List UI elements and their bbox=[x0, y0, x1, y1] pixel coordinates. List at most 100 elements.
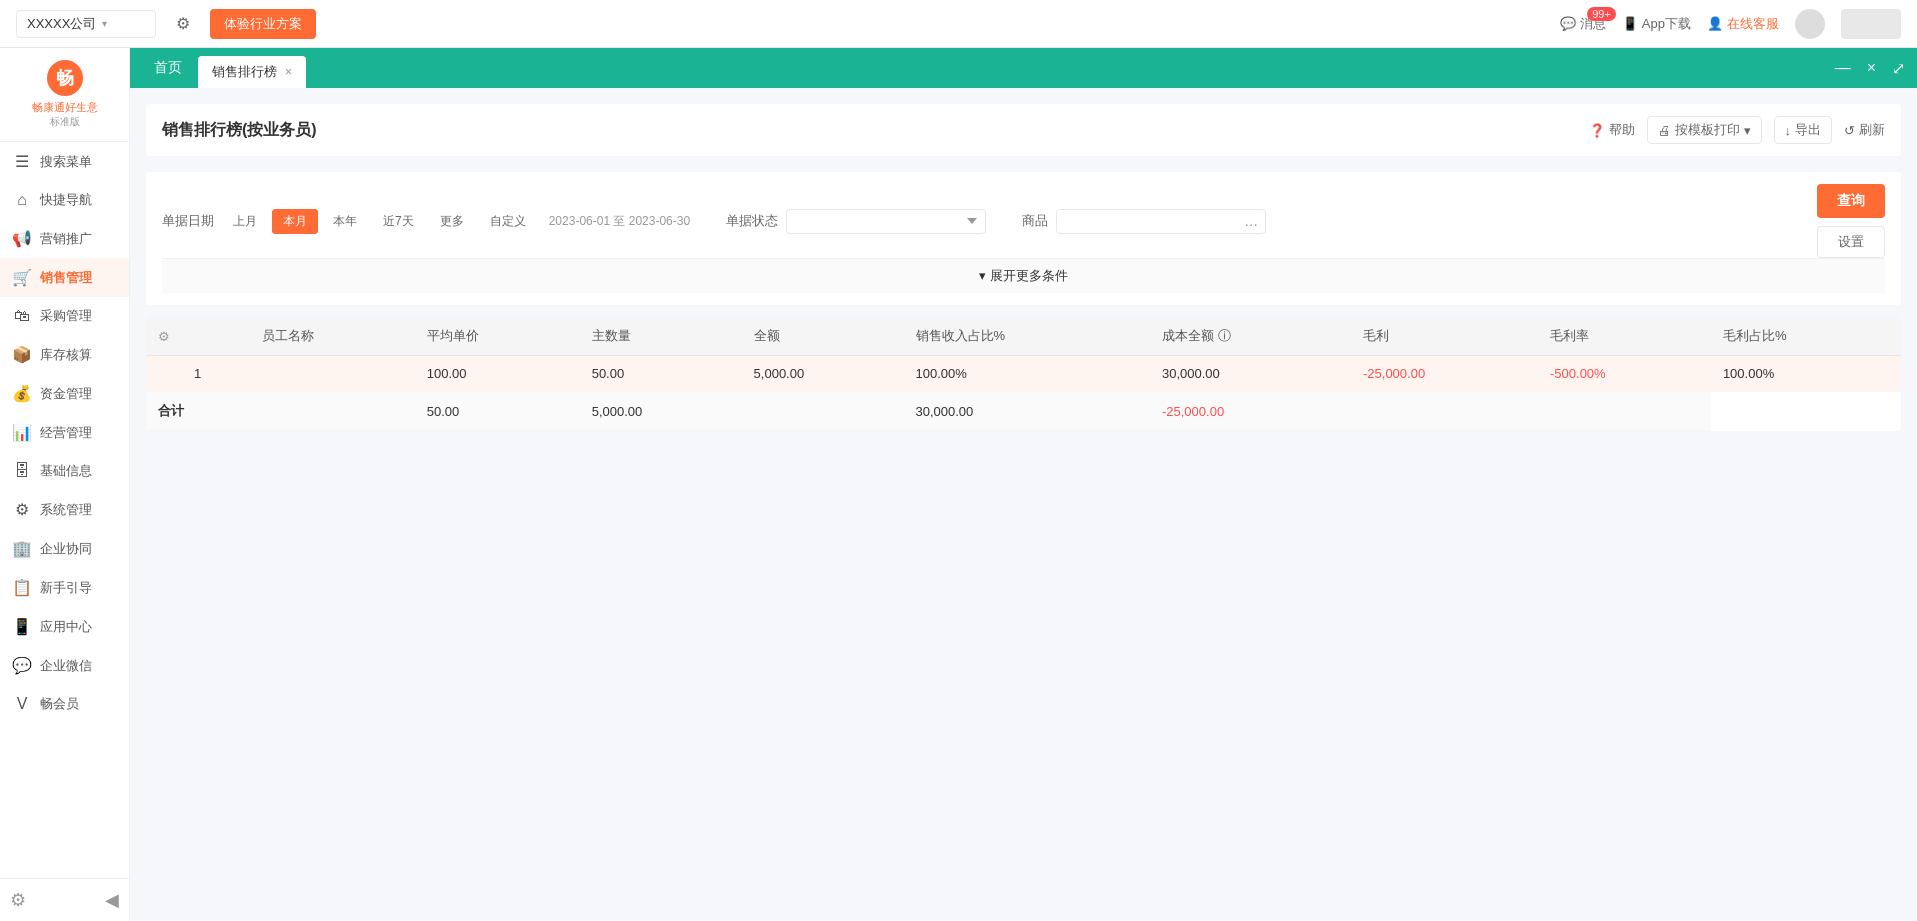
table-header-sales_pct: 销售收入占比% bbox=[904, 317, 1150, 356]
tab-close-all-icon[interactable]: × bbox=[1863, 55, 1880, 81]
sidebar-icon-basic: 🗄 bbox=[12, 462, 32, 480]
online-service-button[interactable]: 👤 在线客服 bbox=[1707, 15, 1779, 33]
sidebar-item-sales[interactable]: 🛒 销售管理 bbox=[0, 258, 129, 297]
sidebar-icon-marketing: 📢 bbox=[12, 229, 32, 248]
table-header-avg_price: 平均单价 bbox=[415, 317, 580, 356]
expand-icon: ▾ bbox=[979, 268, 986, 283]
service-icon: 👤 bbox=[1707, 16, 1723, 31]
sidebar-item-purchase[interactable]: 🛍 采购管理 bbox=[0, 297, 129, 335]
chevron-down-icon: ▾ bbox=[102, 18, 107, 29]
date-tab-本年[interactable]: 本年 bbox=[322, 209, 368, 234]
table-header-gross_pct: 毛利占比% bbox=[1711, 317, 1901, 356]
app-download-button[interactable]: 📱 App下载 bbox=[1622, 15, 1691, 33]
table-row: 1100.0050.005,000.00100.00%30,000.00-25,… bbox=[146, 356, 1901, 392]
trial-button[interactable]: 体验行业方案 bbox=[210, 9, 316, 39]
help-button[interactable]: ❓ 帮助 bbox=[1589, 121, 1635, 139]
sidebar-icon-enterprise: 🏢 bbox=[12, 539, 32, 558]
footer-cost: 30,000.00 bbox=[904, 392, 1150, 431]
cell-gross_pct: 100.00% bbox=[1711, 356, 1901, 392]
app-logo: 畅 畅康通好生意 标准版 bbox=[0, 48, 129, 142]
sidebar-item-wechat[interactable]: 💬企业微信 bbox=[0, 646, 129, 685]
sidebar-icon-purchase: 🛍 bbox=[12, 307, 32, 325]
sidebar-item-marketing[interactable]: 📢营销推广 bbox=[0, 219, 129, 258]
date-tab-自定义[interactable]: 自定义 bbox=[479, 209, 537, 234]
print-button[interactable]: 🖨 按模板打印 ▾ bbox=[1647, 116, 1762, 144]
sidebar-icon-apps: 📱 bbox=[12, 617, 32, 636]
date-tab-近7天[interactable]: 近7天 bbox=[372, 209, 425, 234]
cell-gross: -25,000.00 bbox=[1351, 356, 1538, 392]
cell-avg_price: 100.00 bbox=[415, 356, 580, 392]
app-download-label: App下载 bbox=[1642, 15, 1691, 33]
column-setting-button[interactable]: 设置 bbox=[1817, 226, 1885, 258]
export-button[interactable]: ↓ 导出 bbox=[1774, 116, 1833, 144]
company-selector[interactable]: XXXXX公司 ▾ bbox=[16, 10, 156, 38]
sidebar-collapse-icon[interactable]: ◀ bbox=[105, 889, 119, 911]
help-icon: ❓ bbox=[1589, 123, 1605, 138]
table-settings-icon[interactable]: ⚙ bbox=[158, 329, 170, 344]
print-icon: 🖨 bbox=[1658, 123, 1671, 138]
refresh-button[interactable]: ↺ 刷新 bbox=[1844, 121, 1885, 139]
sidebar-label-purchase: 采购管理 bbox=[40, 307, 92, 325]
table-header-qty: 主数量 bbox=[580, 317, 742, 356]
status-select[interactable] bbox=[786, 209, 986, 234]
status-filter: 单据状态 bbox=[726, 209, 986, 234]
sidebar-item-finance[interactable]: 💰资金管理 bbox=[0, 374, 129, 413]
print-chevron-icon: ▾ bbox=[1744, 123, 1751, 138]
sidebar-icon-system: ⚙ bbox=[12, 500, 32, 519]
settings-icon[interactable]: ⚙ bbox=[168, 9, 198, 39]
page-title: 销售排行榜(按业务员) bbox=[162, 120, 317, 141]
sidebar-icon-sales: 🛒 bbox=[12, 268, 32, 287]
avatar[interactable] bbox=[1795, 9, 1825, 39]
sidebar-icon-quicknav: ⌂ bbox=[12, 191, 32, 209]
date-tab-更多[interactable]: 更多 bbox=[429, 209, 475, 234]
sidebar-item-newbie[interactable]: 📋新手引导 bbox=[0, 568, 129, 607]
tab-minimize-icon[interactable]: — bbox=[1831, 55, 1855, 81]
sidebar-settings-icon[interactable]: ⚙ bbox=[10, 889, 26, 911]
goods-ellipsis-button[interactable]: … bbox=[1238, 211, 1264, 231]
sidebar-item-enterprise[interactable]: 🏢企业协同 bbox=[0, 529, 129, 568]
goods-filter: 商品 … bbox=[1022, 209, 1266, 234]
tab-close-icon[interactable]: × bbox=[285, 65, 292, 79]
expand-more-conditions[interactable]: ▾ 展开更多条件 bbox=[162, 258, 1885, 293]
sidebar-item-basic[interactable]: 🗄 基础信息 bbox=[0, 452, 129, 490]
table-header-name: 员工名称 bbox=[250, 317, 415, 356]
phone-icon: 📱 bbox=[1622, 16, 1638, 31]
cell-cost: 30,000.00 bbox=[1150, 356, 1351, 392]
sidebar-item-quicknav[interactable]: ⌂快捷导航 bbox=[0, 181, 129, 219]
sidebar-item-apps[interactable]: 📱应用中心 bbox=[0, 607, 129, 646]
date-tab-本月[interactable]: 本月 bbox=[272, 209, 318, 234]
date-tab-上月[interactable]: 上月 bbox=[222, 209, 268, 234]
refresh-icon: ↺ bbox=[1844, 123, 1855, 138]
cell-amount: 5,000.00 bbox=[742, 356, 904, 392]
sidebar-item-member[interactable]: V畅会员 bbox=[0, 685, 129, 723]
sidebar-item-system[interactable]: ⚙系统管理 bbox=[0, 490, 129, 529]
messages-badge: 99+ bbox=[1587, 7, 1616, 21]
table-body: 1100.0050.005,000.00100.00%30,000.00-25,… bbox=[146, 356, 1901, 392]
tab-label: 销售排行榜 bbox=[212, 63, 277, 81]
sidebar-item-operations[interactable]: 📊经营管理 bbox=[0, 413, 129, 452]
goods-input[interactable] bbox=[1056, 209, 1266, 234]
online-service-label: 在线客服 bbox=[1727, 15, 1779, 33]
logo-text: 畅康通好生意 bbox=[32, 100, 98, 115]
sales-ranking-table: ⚙员工名称平均单价主数量全额销售收入占比%成本全额 ⓘ毛利毛利率毛利占比% 11… bbox=[146, 317, 1901, 431]
goods-label: 商品 bbox=[1022, 212, 1048, 230]
sidebar-item-inventory[interactable]: 📦库存核算 bbox=[0, 335, 129, 374]
messages-button[interactable]: 💬 消息 99+ bbox=[1560, 15, 1606, 33]
sidebar-label-basic: 基础信息 bbox=[40, 462, 92, 480]
tab-sales-ranking[interactable]: 销售排行榜 × bbox=[198, 56, 306, 88]
data-table-container: ⚙员工名称平均单价主数量全额销售收入占比%成本全额 ⓘ毛利毛利率毛利占比% 11… bbox=[146, 317, 1901, 431]
sidebar-icon-newbie: 📋 bbox=[12, 578, 32, 597]
tab-maximize-icon[interactable]: ⤢ bbox=[1888, 55, 1909, 82]
tab-home[interactable]: 首页 bbox=[138, 48, 198, 88]
sidebar-item-search[interactable]: ☰搜索菜单 bbox=[0, 142, 129, 181]
sidebar-icon-wechat: 💬 bbox=[12, 656, 32, 675]
cell-sales_pct: 100.00% bbox=[904, 356, 1150, 392]
message-icon: 💬 bbox=[1560, 16, 1576, 31]
sidebar-label-sales: 销售管理 bbox=[40, 269, 92, 287]
sidebar-icon-inventory: 📦 bbox=[12, 345, 32, 364]
table-header-gross_rate: 毛利率 bbox=[1538, 317, 1711, 356]
table-header-gross: 毛利 bbox=[1351, 317, 1538, 356]
query-button[interactable]: 查询 bbox=[1817, 184, 1885, 218]
table-settings-header: ⚙ bbox=[146, 317, 182, 356]
company-name: XXXXX公司 bbox=[27, 15, 96, 33]
